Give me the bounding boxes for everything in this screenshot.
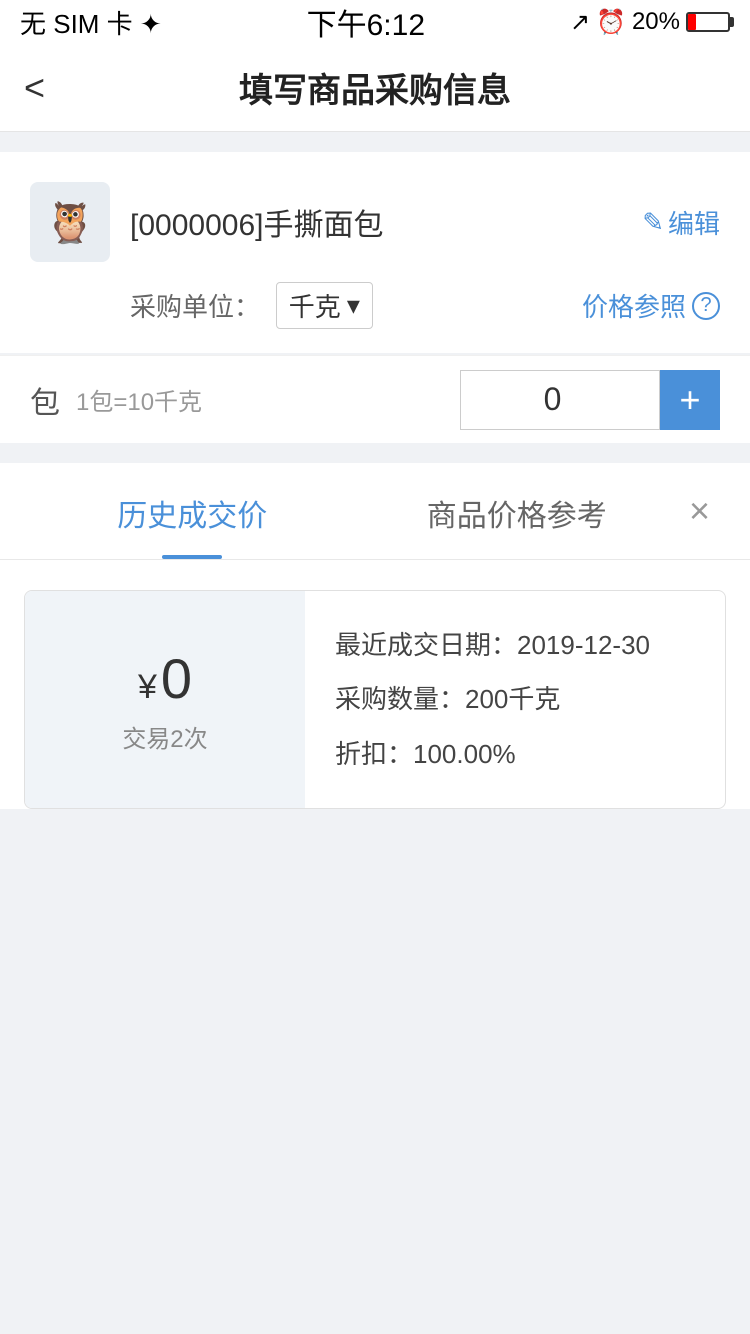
dropdown-icon: ▾	[347, 290, 360, 321]
battery-percent: 20%	[632, 8, 680, 36]
product-left: 🦉 [0000006]手撕面包	[30, 182, 383, 262]
status-right: ↗ ⏰ 20%	[570, 8, 730, 37]
qty-value: 200千克	[465, 684, 560, 714]
edit-label: 编辑	[668, 204, 720, 241]
product-card: 🦉 [0000006]手撕面包 ✎ 编辑 采购单位： 千克 ▾ 价格参照 ?	[0, 152, 750, 353]
product-icon: 🦉	[30, 182, 110, 262]
product-header: 🦉 [0000006]手撕面包 ✎ 编辑	[30, 182, 720, 262]
status-bar: 无 SIM 卡 ✦ 下午6:12 ↗ ⏰ 20%	[0, 0, 750, 44]
back-button[interactable]: <	[24, 67, 45, 109]
price-date-row: 最近成交日期：2019-12-30	[335, 627, 695, 663]
help-icon: ?	[692, 292, 720, 320]
unit-select[interactable]: 千克 ▾	[276, 282, 373, 329]
price-discount-row: 折扣：100.00%	[335, 736, 695, 772]
unit-label: 采购单位：	[130, 292, 260, 322]
date-label: 最近成交日期：	[335, 630, 517, 660]
tab-price-reference[interactable]: 商品价格参考	[354, 463, 678, 559]
status-left: 无 SIM 卡 ✦	[20, 4, 162, 41]
tab-history-price[interactable]: 历史成交价	[30, 463, 354, 559]
price-currency: ¥	[138, 668, 157, 706]
price-qty-row: 采购数量：200千克	[335, 681, 695, 717]
page-title: 填写商品采购信息	[239, 63, 511, 112]
bottom-panel: 历史成交价 商品价格参考 × ¥0 交易2次 最近成交日期：2019-12-30…	[0, 463, 750, 809]
quantity-input[interactable]	[460, 370, 660, 430]
edit-button[interactable]: ✎ 编辑	[642, 204, 720, 241]
unit-value: 千克	[289, 287, 341, 324]
nav-bar: < 填写商品采购信息	[0, 44, 750, 132]
tab-close-button[interactable]: ×	[679, 490, 720, 532]
owl-icon: 🦉	[45, 199, 95, 246]
price-trades: 交易2次	[122, 719, 207, 754]
discount-label: 折扣：	[335, 739, 413, 769]
battery-fill	[688, 14, 696, 30]
price-ref-button[interactable]: 价格参照 ?	[582, 287, 720, 324]
tabs: 历史成交价 商品价格参考 ×	[0, 463, 750, 560]
price-ref-label: 价格参照	[582, 287, 686, 324]
battery-icon	[686, 12, 730, 32]
price-card: ¥0 交易2次 最近成交日期：2019-12-30 采购数量：200千克 折扣：…	[24, 590, 726, 809]
status-time: 下午6:12	[307, 0, 425, 44]
price-right-panel: 最近成交日期：2019-12-30 采购数量：200千克 折扣：100.00%	[305, 591, 725, 808]
quantity-row: 包 1包=10千克 +	[0, 355, 750, 443]
alarm-icon: ⏰	[596, 8, 626, 37]
location-icon: ↗	[570, 8, 590, 37]
quantity-plus-button[interactable]: +	[660, 370, 720, 430]
price-value: 0	[161, 647, 192, 710]
price-amount: ¥0	[138, 646, 192, 711]
package-sub: 1包=10千克	[76, 382, 460, 417]
date-value: 2019-12-30	[517, 630, 650, 660]
price-left-panel: ¥0 交易2次	[25, 591, 305, 808]
edit-icon: ✎	[642, 207, 664, 238]
product-unit-row: 采购单位： 千克 ▾ 价格参照 ?	[30, 282, 720, 329]
unit-group: 采购单位： 千克 ▾	[130, 282, 373, 329]
quantity-input-group: +	[460, 370, 720, 430]
discount-value: 100.00%	[413, 739, 516, 769]
package-label: 包	[30, 378, 60, 422]
qty-label: 采购数量：	[335, 684, 465, 714]
sim-label: 无 SIM 卡 ✦	[20, 4, 162, 41]
product-name: [0000006]手撕面包	[130, 200, 383, 244]
